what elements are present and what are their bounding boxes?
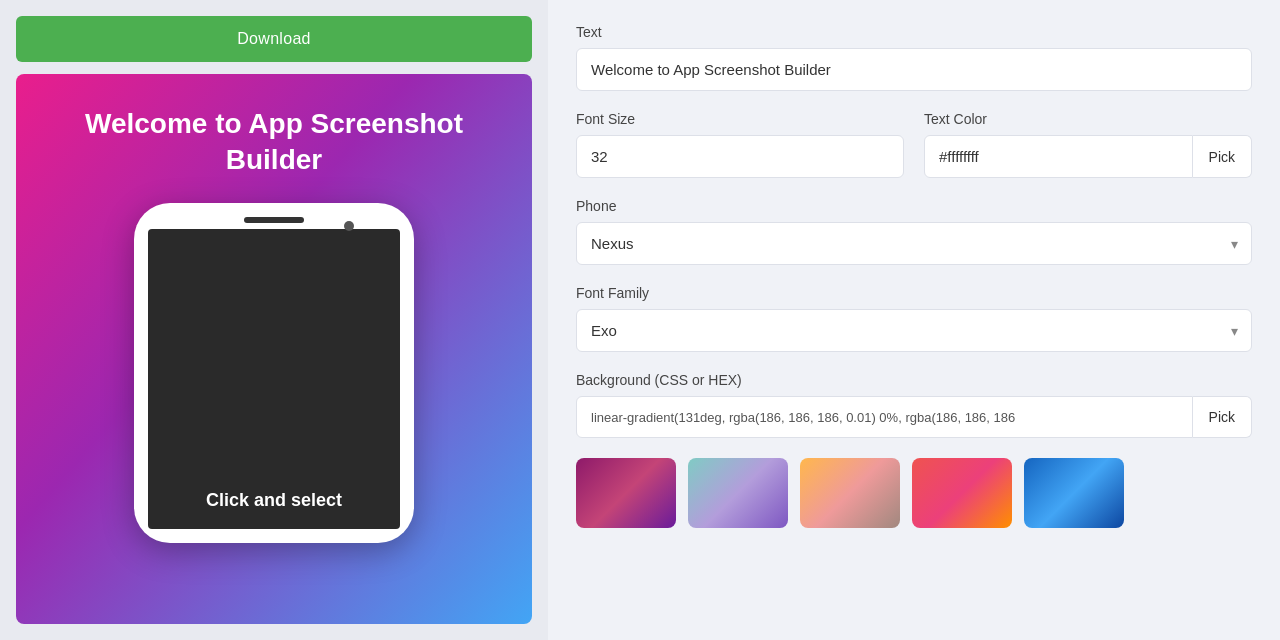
font-family-select-wrap: Exo Roboto Open Sans Lato Montserrat ▾ xyxy=(576,309,1252,352)
phone-camera xyxy=(344,221,354,231)
download-button[interactable]: Download xyxy=(16,16,532,62)
phone-select[interactable]: Nexus iPhone Pixel xyxy=(576,222,1252,265)
phone-field-group: Phone Nexus iPhone Pixel ▾ xyxy=(576,198,1252,265)
preview-canvas: Welcome to App Screenshot Builder Click … xyxy=(16,74,532,624)
phone-label: Phone xyxy=(576,198,1252,214)
color-preset-orange-pink[interactable] xyxy=(800,458,900,528)
font-size-label: Font Size xyxy=(576,111,904,127)
color-preset-blue[interactable] xyxy=(1024,458,1124,528)
text-field-group: Text xyxy=(576,24,1252,91)
font-size-input[interactable] xyxy=(576,135,904,178)
text-color-wrap: Pick xyxy=(924,135,1252,178)
phone-screen-text: Click and select xyxy=(206,489,342,512)
color-preset-teal-purple[interactable] xyxy=(688,458,788,528)
background-pick-button[interactable]: Pick xyxy=(1193,396,1252,438)
preview-title: Welcome to App Screenshot Builder xyxy=(40,106,508,179)
color-preset-red-orange[interactable] xyxy=(912,458,1012,528)
background-input-wrap: Pick xyxy=(576,396,1252,438)
text-input[interactable] xyxy=(576,48,1252,91)
text-color-pick-button[interactable]: Pick xyxy=(1193,135,1252,178)
font-family-select[interactable]: Exo Roboto Open Sans Lato Montserrat xyxy=(576,309,1252,352)
phone-select-wrap: Nexus iPhone Pixel ▾ xyxy=(576,222,1252,265)
phone-screen: Click and select xyxy=(148,229,400,529)
phone-speaker xyxy=(244,217,304,223)
font-color-row: Font Size Text Color Pick xyxy=(576,111,1252,178)
text-color-group: Text Color Pick xyxy=(924,111,1252,178)
color-preset-purple-pink[interactable] xyxy=(576,458,676,528)
phone-mockup: Click and select xyxy=(134,203,414,543)
text-label: Text xyxy=(576,24,1252,40)
left-panel: Download Welcome to App Screenshot Build… xyxy=(0,0,548,640)
color-presets xyxy=(576,458,1252,528)
background-group: Background (CSS or HEX) Pick xyxy=(576,372,1252,438)
font-size-group: Font Size xyxy=(576,111,904,178)
background-input[interactable] xyxy=(576,396,1193,438)
text-color-label: Text Color xyxy=(924,111,1252,127)
text-color-input[interactable] xyxy=(924,135,1193,178)
right-panel: Text Font Size Text Color Pick Phone Nex… xyxy=(548,0,1280,640)
font-family-label: Font Family xyxy=(576,285,1252,301)
font-family-group: Font Family Exo Roboto Open Sans Lato Mo… xyxy=(576,285,1252,352)
background-label: Background (CSS or HEX) xyxy=(576,372,1252,388)
